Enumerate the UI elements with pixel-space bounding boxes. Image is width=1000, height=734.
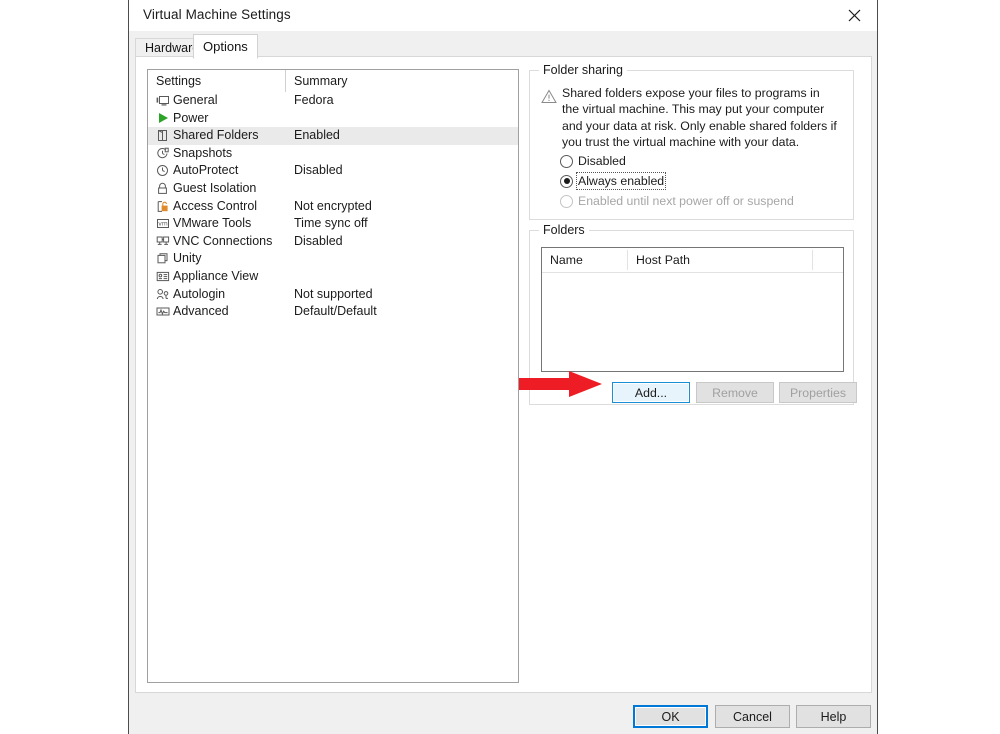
settings-row-label: VMware Tools	[173, 216, 252, 231]
settings-row-shared-folders[interactable]: Shared Folders Enabled	[148, 127, 518, 145]
appliance-view-icon	[155, 269, 170, 284]
dialog-footer: OK Cancel Help	[129, 694, 877, 734]
play-triangle-icon	[155, 111, 170, 126]
settings-row-autologin[interactable]: Autologin Not supported	[148, 286, 518, 304]
radio-disabled[interactable]: Disabled	[560, 153, 626, 169]
settings-row-label: Access Control	[173, 198, 258, 213]
settings-row-label: Unity	[173, 251, 202, 266]
settings-row-label: Appliance View	[173, 268, 259, 283]
settings-row-snapshots[interactable]: Snapshots	[148, 145, 518, 163]
clock-icon	[155, 163, 170, 178]
radio-mark-always-enabled	[560, 174, 573, 188]
settings-row-advanced[interactable]: Advanced Default/Default	[148, 303, 518, 321]
settings-list[interactable]: Settings Summary General Fedora Power Sh…	[147, 69, 519, 683]
radio-label: Disabled	[578, 154, 626, 168]
settings-row-label: Power	[173, 110, 209, 125]
red-arrow-pointer	[519, 371, 603, 397]
column-header-host-path: Host Path	[636, 253, 690, 267]
column-header-name: Name	[550, 253, 583, 267]
window-title: Virtual Machine Settings	[143, 7, 291, 22]
ok-button[interactable]: OK	[633, 705, 708, 728]
settings-row-label: AutoProtect	[173, 163, 239, 178]
folder-sharing-group: Folder sharing Shared folders expose you…	[529, 63, 854, 220]
settings-row-power[interactable]: Power	[148, 110, 518, 128]
settings-row-access-control[interactable]: Access Control Not encrypted	[148, 198, 518, 216]
settings-row-summary: Fedora	[294, 93, 334, 107]
access-lock-icon	[155, 199, 170, 214]
tab-strip: Hardware Options	[129, 31, 877, 59]
settings-row-vmware-tools[interactable]: vm VMware Tools Time sync off	[148, 215, 518, 233]
column-divider	[285, 70, 286, 92]
remove-button: Remove	[696, 382, 774, 403]
cancel-button[interactable]: Cancel	[715, 705, 790, 728]
settings-row-summary: Time sync off	[294, 216, 368, 231]
settings-row-summary: Not supported	[294, 286, 373, 301]
settings-row-summary: Disabled	[294, 163, 343, 178]
svg-text:vm: vm	[158, 221, 168, 228]
settings-row-guest-isolation[interactable]: Guest Isolation	[148, 180, 518, 198]
tab-options[interactable]: Options	[193, 34, 258, 59]
settings-row-label: VNC Connections	[173, 233, 273, 248]
options-panel: Settings Summary General Fedora Power Sh…	[135, 56, 872, 693]
settings-list-header: Settings Summary	[148, 70, 518, 92]
radio-always-enabled[interactable]: Always enabled	[560, 172, 667, 190]
warning-triangle-icon	[541, 89, 557, 105]
column-header-settings: Settings	[156, 74, 202, 88]
title-bar: Virtual Machine Settings	[129, 0, 877, 31]
lock-icon	[155, 181, 170, 196]
screenshot-root: Virtual Machine Settings Hardware Option…	[0, 0, 1000, 734]
virtual-machine-settings-dialog: Virtual Machine Settings Hardware Option…	[128, 0, 878, 734]
properties-button: Properties	[779, 382, 857, 403]
vnc-icon	[155, 234, 170, 249]
close-icon[interactable]	[832, 0, 877, 31]
advanced-icon	[155, 304, 170, 319]
settings-row-label: Autologin	[173, 286, 226, 301]
settings-row-summary: Not encrypted	[294, 198, 372, 213]
settings-row-autoprotect[interactable]: AutoProtect Disabled	[148, 162, 518, 180]
monitor-icon	[155, 93, 170, 108]
settings-row-summary: Disabled	[294, 233, 343, 248]
radio-mark-disabled	[560, 154, 573, 168]
settings-row-label: Shared Folders	[173, 128, 259, 143]
radio-enabled-until-power-off: Enabled until next power off or suspend	[560, 193, 794, 209]
header-divider-1	[627, 250, 628, 270]
settings-row-label: Advanced	[173, 304, 229, 319]
header-divider-2	[812, 250, 813, 270]
shared-folders-options-pane: Folder sharing Shared folders expose you…	[529, 62, 865, 462]
vm-tools-icon: vm	[155, 216, 170, 231]
folders-table[interactable]: Name Host Path	[541, 247, 844, 372]
settings-row-summary: Default/Default	[294, 304, 377, 319]
unity-icon	[155, 251, 170, 266]
folder-sharing-legend: Folder sharing	[539, 63, 627, 77]
add-button[interactable]: Add...	[612, 382, 690, 403]
settings-row-label: Snapshots	[173, 145, 233, 160]
folders-legend: Folders	[539, 223, 589, 237]
settings-row-label: General	[173, 93, 218, 107]
help-button[interactable]: Help	[796, 705, 871, 728]
settings-row-summary: Enabled	[294, 128, 340, 143]
column-header-summary: Summary	[294, 74, 348, 88]
settings-row-label: Guest Isolation	[173, 180, 257, 195]
settings-row-general[interactable]: General Fedora	[148, 92, 518, 110]
settings-row-appliance-view[interactable]: Appliance View	[148, 268, 518, 286]
shared-folder-icon	[155, 128, 170, 143]
snapshot-clock-icon	[155, 146, 170, 161]
settings-row-unity[interactable]: Unity	[148, 250, 518, 268]
autologin-icon	[155, 287, 170, 302]
folder-sharing-warning-text: Shared folders expose your files to prog…	[562, 86, 837, 150]
radio-label: Always enabled	[575, 172, 667, 190]
radio-mark-enabled-until-power-off	[560, 194, 573, 208]
radio-label: Enabled until next power off or suspend	[578, 194, 794, 208]
folders-table-header: Name Host Path	[542, 248, 843, 273]
settings-row-vnc-connections[interactable]: VNC Connections Disabled	[148, 233, 518, 251]
